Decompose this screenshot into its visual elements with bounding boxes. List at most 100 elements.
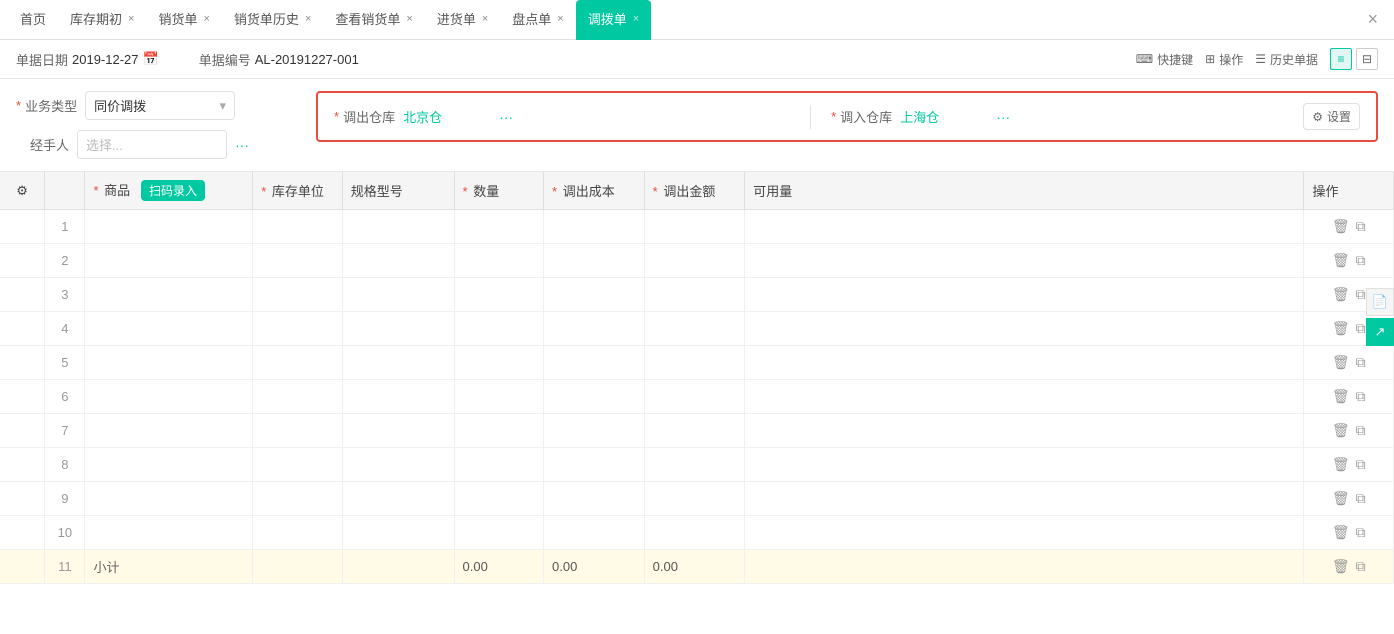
row-available-cell[interactable] [745,448,1304,482]
history-button[interactable]: ☰ 历史单据 [1255,51,1318,68]
delete-icon[interactable]: 🗑 [1332,286,1350,303]
tab-sales-history-close[interactable]: × [305,13,311,25]
row-unit-cell[interactable] [253,346,342,380]
date-value[interactable]: 2019-12-27 [72,52,139,67]
row-spec-cell[interactable] [342,244,454,278]
delete-icon[interactable]: 🗑 [1332,252,1350,269]
tab-transfer-order-close[interactable]: × [633,13,639,25]
row-product-cell[interactable] [85,516,253,550]
row-spec-cell[interactable] [342,278,454,312]
note-float-button[interactable]: 📄 [1366,288,1394,316]
row-amount-cell[interactable] [644,244,745,278]
row-cost-cell[interactable] [544,312,645,346]
row-cost-cell[interactable] [544,482,645,516]
row-amount-cell[interactable] [644,380,745,414]
row-quantity-cell[interactable] [454,448,543,482]
copy-row-icon[interactable]: ⧉ [1356,456,1366,473]
row-spec-cell[interactable] [342,380,454,414]
row-product-cell[interactable] [85,210,253,244]
layout-grid-button[interactable]: ⊟ [1356,48,1378,70]
row-quantity-cell[interactable] [454,312,543,346]
export-float-button[interactable]: ↗ [1366,318,1394,346]
delete-icon[interactable]: 🗑 [1332,490,1350,507]
row-unit-cell[interactable] [253,278,342,312]
row-cost-cell[interactable] [544,414,645,448]
row-product-cell[interactable] [85,414,253,448]
tab-inventory-init-close[interactable]: × [128,13,134,25]
row-unit-cell[interactable] [253,312,342,346]
warehouse-in-value[interactable]: 上海仓 [900,107,980,126]
row-amount-cell[interactable] [644,312,745,346]
tab-transfer-order[interactable]: 调拨单 × [576,0,651,40]
row-cost-cell[interactable] [544,346,645,380]
row-amount-cell[interactable] [644,414,745,448]
row-unit-cell[interactable] [253,516,342,550]
delete-icon[interactable]: 🗑 [1332,422,1350,439]
row-spec-cell[interactable] [342,414,454,448]
tab-view-sales[interactable]: 查看销货单 × [323,0,424,40]
row-unit-cell[interactable] [253,380,342,414]
row-spec-cell[interactable] [342,312,454,346]
tab-stocktake[interactable]: 盘点单 × [500,0,575,40]
copy-row-icon[interactable]: ⧉ [1356,388,1366,405]
warehouse-out-more-icon[interactable]: ··· [499,109,513,125]
row-available-cell[interactable] [745,278,1304,312]
handler-select[interactable]: 选择... [77,130,227,159]
row-amount-cell[interactable] [644,448,745,482]
row-quantity-cell[interactable] [454,516,543,550]
row-spec-cell[interactable] [342,516,454,550]
row-spec-cell[interactable] [342,346,454,380]
tab-purchase-order-close[interactable]: × [482,13,488,25]
row-product-cell[interactable] [85,482,253,516]
row-spec-cell[interactable] [342,448,454,482]
row-unit-cell[interactable] [253,448,342,482]
window-close-button[interactable]: × [1359,9,1386,30]
col-header-gear[interactable]: ⚙ [0,172,45,210]
scan-button[interactable]: 扫码录入 [141,180,205,201]
row-quantity-cell[interactable] [454,482,543,516]
row-amount-cell[interactable] [644,482,745,516]
delete-icon[interactable]: 🗑 [1332,388,1350,405]
copy-row-icon[interactable]: ⧉ [1356,218,1366,235]
handler-more-icon[interactable]: ··· [235,137,249,153]
business-type-select[interactable]: 同价调拨 ▾ [85,91,235,120]
tab-sales-order[interactable]: 销货单 × [146,0,221,40]
row-spec-cell[interactable] [342,482,454,516]
row-available-cell[interactable] [745,312,1304,346]
tab-stocktake-close[interactable]: × [557,13,563,25]
copy-row-icon[interactable]: ⧉ [1356,422,1366,439]
tab-sales-history[interactable]: 销货单历史 × [222,0,323,40]
row-amount-cell[interactable] [644,346,745,380]
delete-icon[interactable]: 🗑 [1332,354,1350,371]
copy-row-icon[interactable]: ⧉ [1356,252,1366,269]
row-quantity-cell[interactable] [454,210,543,244]
row-cost-cell[interactable] [544,380,645,414]
row-available-cell[interactable] [745,414,1304,448]
row-amount-cell[interactable] [644,210,745,244]
operations-button[interactable]: ⊞ 操作 [1205,51,1243,68]
delete-icon[interactable]: 🗑 [1332,218,1350,235]
row-product-cell[interactable] [85,244,253,278]
row-quantity-cell[interactable] [454,278,543,312]
row-amount-cell[interactable] [644,516,745,550]
row-cost-cell[interactable] [544,516,645,550]
settings-button[interactable]: ⚙ 设置 [1303,103,1360,130]
calendar-icon[interactable]: 📅 [143,51,159,67]
row-amount-cell[interactable] [644,278,745,312]
row-unit-cell[interactable] [253,210,342,244]
copy-row-icon[interactable]: ⧉ [1356,286,1366,303]
row-unit-cell[interactable] [253,414,342,448]
subtotal-delete-icon[interactable]: 🗑 [1332,558,1350,575]
shortcuts-button[interactable]: ⌨ 快捷键 [1136,51,1193,68]
copy-row-icon[interactable]: ⧉ [1356,524,1366,541]
row-available-cell[interactable] [745,380,1304,414]
row-available-cell[interactable] [745,210,1304,244]
row-cost-cell[interactable] [544,448,645,482]
row-available-cell[interactable] [745,244,1304,278]
row-product-cell[interactable] [85,278,253,312]
row-cost-cell[interactable] [544,278,645,312]
warehouse-in-more-icon[interactable]: ··· [996,109,1010,125]
row-spec-cell[interactable] [342,210,454,244]
row-product-cell[interactable] [85,448,253,482]
tab-purchase-order[interactable]: 进货单 × [425,0,500,40]
